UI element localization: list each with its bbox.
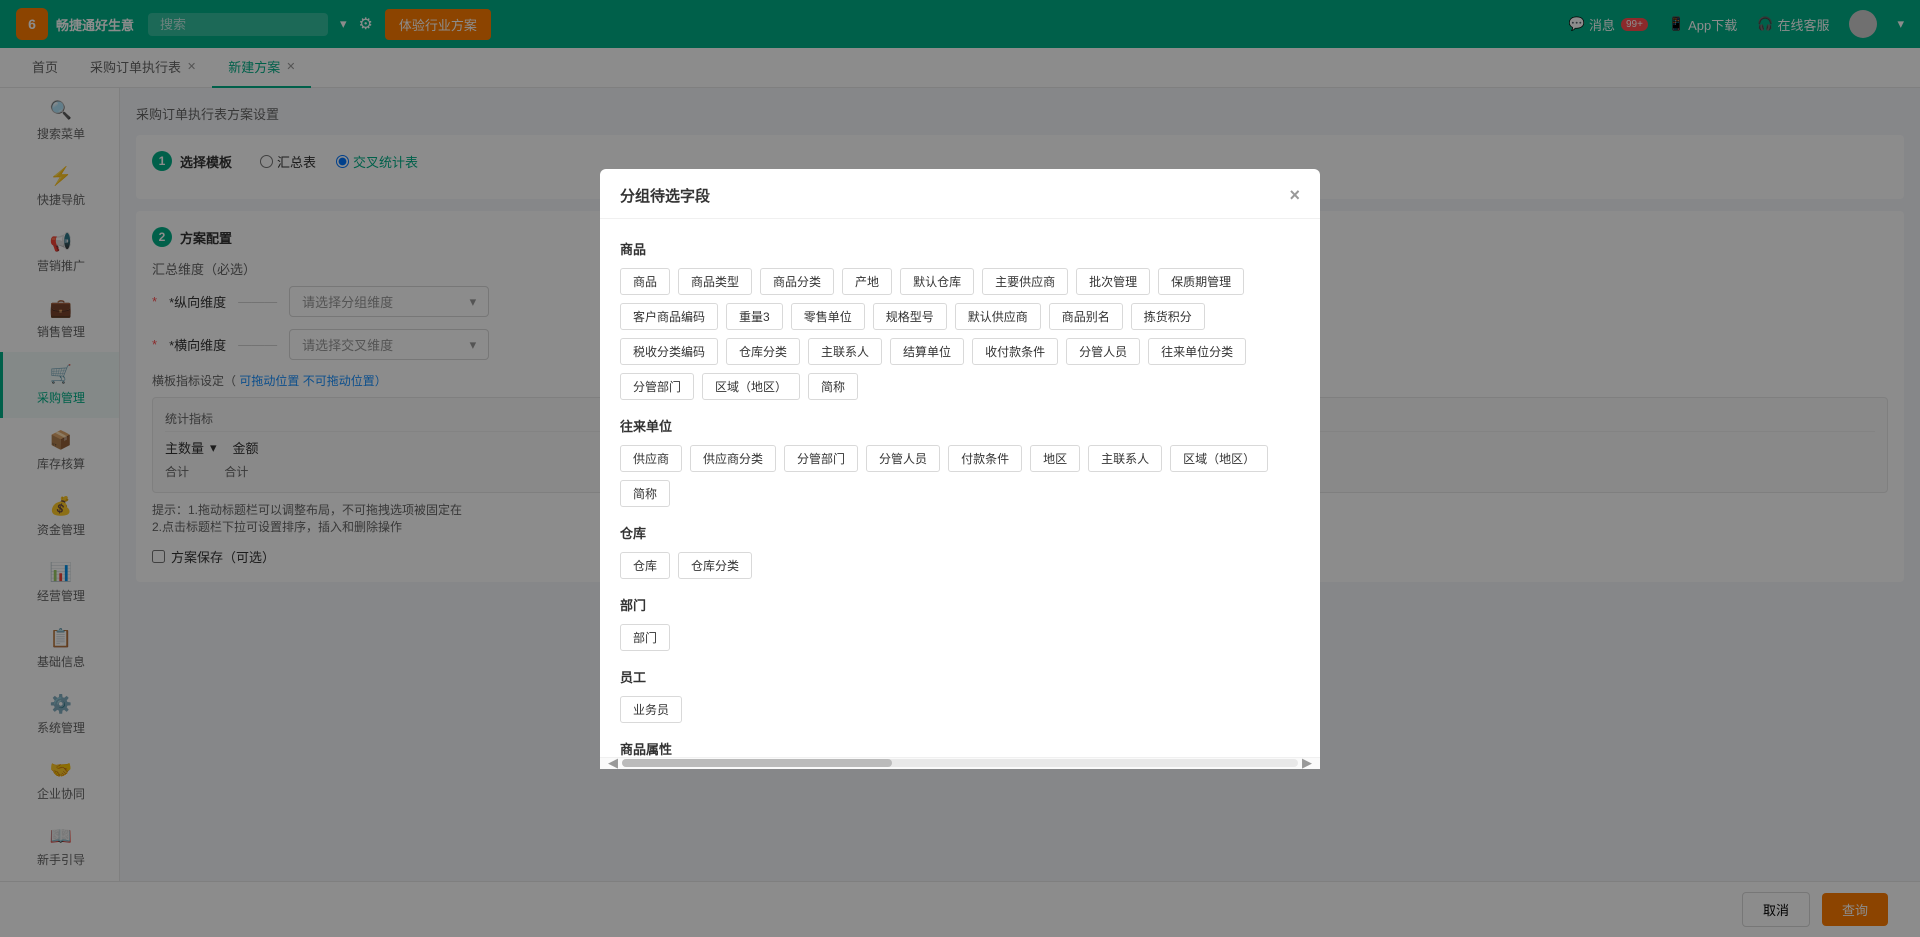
modal-close-btn[interactable]: ×	[1289, 185, 1300, 206]
tag-partner-0[interactable]: 供应商	[620, 445, 682, 472]
tag-partner-8[interactable]: 简称	[620, 480, 670, 507]
tag-goods-4[interactable]: 默认仓库	[900, 268, 974, 295]
section-goods-tags: 商品 商品类型 商品分类 产地 默认仓库 主要供应商 批次管理 保质期管理 客户…	[620, 268, 1300, 400]
section-partner-title: 往来单位	[620, 416, 1300, 435]
hscroll-left-arrow[interactable]: ◀	[608, 755, 618, 771]
tag-goods-2[interactable]: 商品分类	[760, 268, 834, 295]
tag-goods-15[interactable]: 税收分类编码	[620, 338, 718, 365]
tag-goods-24[interactable]: 简称	[808, 373, 858, 400]
tag-goods-13[interactable]: 商品别名	[1049, 303, 1123, 330]
tag-warehouse-1[interactable]: 仓库分类	[678, 552, 752, 579]
section-employee-tags: 业务员	[620, 696, 1300, 723]
tag-warehouse-0[interactable]: 仓库	[620, 552, 670, 579]
section-warehouse-title: 仓库	[620, 523, 1300, 542]
section-partner-tags: 供应商 供应商分类 分管部门 分管人员 付款条件 地区 主联系人 区域（地区） …	[620, 445, 1300, 507]
section-department-title: 部门	[620, 595, 1300, 614]
tag-partner-2[interactable]: 分管部门	[784, 445, 858, 472]
tag-goods-6[interactable]: 批次管理	[1076, 268, 1150, 295]
tag-goods-7[interactable]: 保质期管理	[1158, 268, 1244, 295]
hscroll-right-arrow[interactable]: ▶	[1302, 755, 1312, 771]
hscroll-handle[interactable]	[622, 759, 892, 767]
tag-goods-5[interactable]: 主要供应商	[982, 268, 1068, 295]
tag-partner-4[interactable]: 付款条件	[948, 445, 1022, 472]
tag-goods-21[interactable]: 往来单位分类	[1148, 338, 1246, 365]
tag-department-0[interactable]: 部门	[620, 624, 670, 651]
tag-goods-18[interactable]: 结算单位	[890, 338, 964, 365]
tag-goods-1[interactable]: 商品类型	[678, 268, 752, 295]
tag-partner-7[interactable]: 区域（地区）	[1170, 445, 1268, 472]
tag-goods-14[interactable]: 拣货积分	[1131, 303, 1205, 330]
tag-goods-17[interactable]: 主联系人	[808, 338, 882, 365]
tag-goods-0[interactable]: 商品	[620, 268, 670, 295]
tag-partner-3[interactable]: 分管人员	[866, 445, 940, 472]
tag-goods-19[interactable]: 收付款条件	[972, 338, 1058, 365]
section-goods-attr: 商品属性 属性 颜色 多规格 尺码 鞋码 1	[620, 739, 1300, 757]
tag-partner-6[interactable]: 主联系人	[1088, 445, 1162, 472]
section-department-tags: 部门	[620, 624, 1300, 651]
section-warehouse-tags: 仓库 仓库分类	[620, 552, 1300, 579]
tag-goods-16[interactable]: 仓库分类	[726, 338, 800, 365]
tag-goods-8[interactable]: 客户商品编码	[620, 303, 718, 330]
tag-employee-0[interactable]: 业务员	[620, 696, 682, 723]
tag-goods-23[interactable]: 区域（地区）	[702, 373, 800, 400]
section-employee: 员工 业务员	[620, 667, 1300, 723]
tag-goods-9[interactable]: 重量3	[726, 303, 783, 330]
modal-horizontal-scrollbar[interactable]: ◀ ▶	[600, 757, 1320, 769]
section-partner: 往来单位 供应商 供应商分类 分管部门 分管人员 付款条件 地区 主联系人 区域…	[620, 416, 1300, 507]
section-employee-title: 员工	[620, 667, 1300, 686]
tag-partner-5[interactable]: 地区	[1030, 445, 1080, 472]
tag-goods-20[interactable]: 分管人员	[1066, 338, 1140, 365]
modal-overlay: 分组待选字段 × 商品 商品 商品类型 商品分类 产地 默认仓库 主要供应商 批…	[0, 0, 1920, 937]
section-warehouse: 仓库 仓库 仓库分类	[620, 523, 1300, 579]
tag-goods-3[interactable]: 产地	[842, 268, 892, 295]
section-goods-attr-title: 商品属性	[620, 739, 1300, 757]
modal: 分组待选字段 × 商品 商品 商品类型 商品分类 产地 默认仓库 主要供应商 批…	[600, 169, 1320, 769]
modal-header: 分组待选字段 ×	[600, 169, 1320, 219]
tag-goods-22[interactable]: 分管部门	[620, 373, 694, 400]
tag-goods-10[interactable]: 零售单位	[791, 303, 865, 330]
tag-goods-12[interactable]: 默认供应商	[955, 303, 1041, 330]
tag-goods-11[interactable]: 规格型号	[873, 303, 947, 330]
modal-title: 分组待选字段	[620, 185, 710, 206]
section-goods-title: 商品	[620, 239, 1300, 258]
section-department: 部门 部门	[620, 595, 1300, 651]
section-goods: 商品 商品 商品类型 商品分类 产地 默认仓库 主要供应商 批次管理 保质期管理…	[620, 239, 1300, 400]
hscroll-track[interactable]	[622, 759, 1298, 767]
tag-partner-1[interactable]: 供应商分类	[690, 445, 776, 472]
modal-body[interactable]: 商品 商品 商品类型 商品分类 产地 默认仓库 主要供应商 批次管理 保质期管理…	[600, 219, 1320, 757]
